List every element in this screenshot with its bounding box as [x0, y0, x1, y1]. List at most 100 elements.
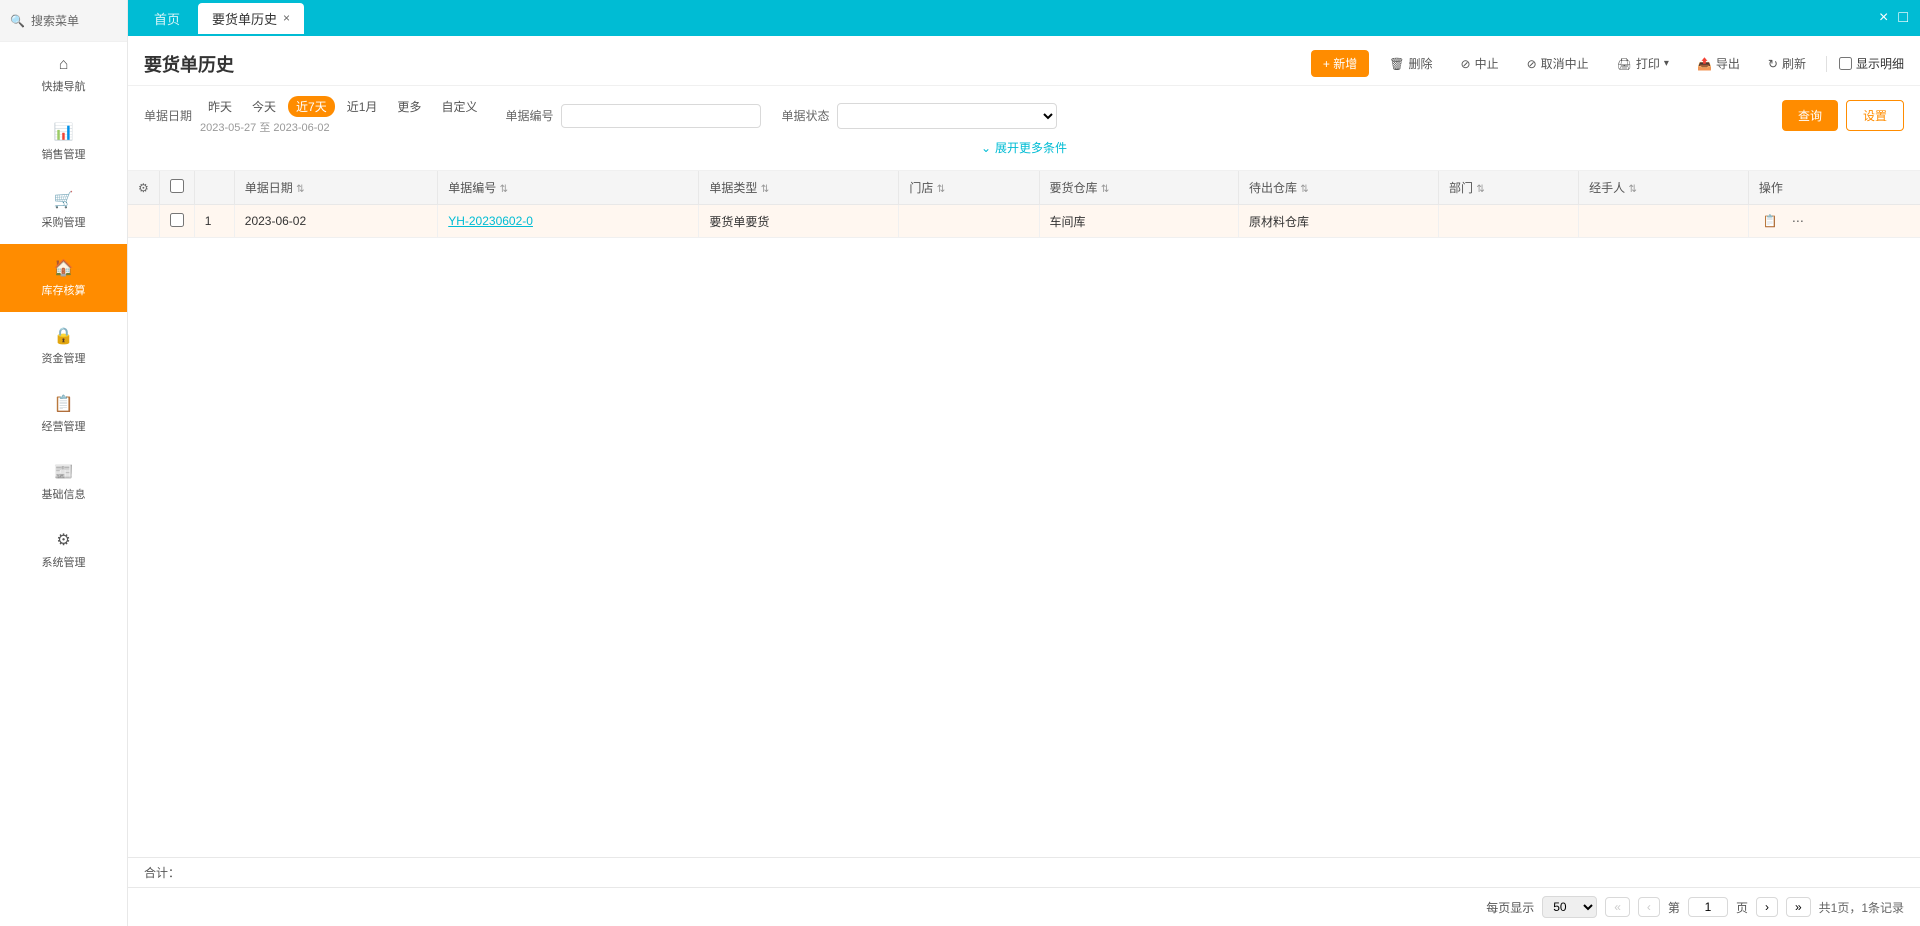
table-row: 1 2023-06-02 YH-20230602-0 要货单要货 车间库 原材料…	[128, 205, 1920, 238]
row-more-icon-0[interactable]: ⋯	[1788, 212, 1808, 230]
sidebar-item-sales[interactable]: 📊销售管理	[0, 108, 127, 176]
doc-number-link-0[interactable]: YH-20230602-0	[448, 214, 533, 228]
inventory-label: 库存核算	[42, 282, 86, 298]
stop-button[interactable]: ⊘ 中止	[1453, 51, 1507, 76]
summary-label: 合计：	[144, 864, 180, 881]
window-close-btn[interactable]: ×	[1879, 9, 1888, 27]
sidebar-item-basic-info[interactable]: 📰基础信息	[0, 448, 127, 516]
print-icon: 🖨	[1617, 57, 1632, 71]
handler-sort-icon[interactable]: ⇅	[1629, 184, 1637, 195]
col-settings-header: ⚙	[128, 171, 159, 205]
purchase-icon: 🛒	[54, 190, 74, 210]
date-shortcut-more[interactable]: 更多	[389, 96, 429, 117]
row-edit-icon-0[interactable]: 📋	[1759, 212, 1782, 230]
doc-number-input[interactable]	[561, 104, 761, 128]
row-pending-warehouse-0: 原材料仓库	[1238, 205, 1438, 238]
page-content: 要货单历史 + 新增 🗑 删除 ⊘ 中止 ⊘ 取消中止 🖨 打印	[128, 36, 1920, 926]
cancel-stop-button[interactable]: ⊘ 取消中止	[1519, 51, 1597, 76]
tab-label-requisition-history: 要货单历史	[212, 9, 277, 28]
status-select[interactable]	[837, 103, 1057, 129]
query-button[interactable]: 查询	[1782, 100, 1838, 131]
pagination: 每页显示 102050100 « ‹ 第 页 › » 共1页，1条记录	[128, 887, 1920, 926]
column-settings-icon[interactable]: ⚙	[138, 181, 149, 195]
col-department-header: 部门 ⇅	[1439, 171, 1579, 205]
select-all-checkbox[interactable]	[170, 179, 184, 193]
col-store-header: 门店 ⇅	[899, 171, 1039, 205]
col-num-header	[194, 171, 234, 205]
inventory-icon: 🏠	[54, 258, 74, 278]
finance-icon: 🔒	[54, 326, 74, 346]
date-shortcuts: 昨天今天近7天近1月更多自定义 2023-05-27 至 2023-06-02	[200, 96, 485, 135]
operations-label: 经营管理	[42, 418, 86, 434]
sidebar-item-purchase[interactable]: 🛒采购管理	[0, 176, 127, 244]
refresh-icon: ↻	[1768, 57, 1778, 71]
row-req-warehouse-0: 车间库	[1039, 205, 1238, 238]
sidebar-item-system[interactable]: ⚙ 系统管理	[0, 516, 127, 584]
tab-home[interactable]: 首页	[140, 3, 194, 34]
export-button[interactable]: 📤 导出	[1689, 51, 1748, 76]
row-checkbox-0[interactable]	[170, 213, 184, 227]
prev-page-btn[interactable]: ‹	[1638, 897, 1660, 917]
sidebar-item-operations[interactable]: 📋 经营管理	[0, 380, 127, 448]
date-shortcut-custom[interactable]: 自定义	[433, 96, 485, 117]
sidebar-item-finance[interactable]: 🔒资金管理	[0, 312, 127, 380]
sidebar-item-inventory[interactable]: 🏠 库存核算	[0, 244, 127, 312]
system-icon: ⚙	[56, 530, 70, 550]
col-pending-warehouse-header: 待出仓库 ⇅	[1238, 171, 1438, 205]
show-detail-toggle[interactable]: 显示明细	[1839, 55, 1904, 72]
row-doc-type-0: 要货单要货	[699, 205, 899, 238]
sidebar-search-label: 搜索菜单	[31, 12, 79, 29]
tab-requisition-history[interactable]: 要货单历史 ×	[198, 3, 304, 34]
doc-type-sort-icon[interactable]: ⇅	[761, 184, 769, 195]
system-label: 系统管理	[42, 554, 86, 570]
department-sort-icon[interactable]: ⇅	[1476, 184, 1484, 195]
date-shortcut-last_month[interactable]: 近1月	[339, 96, 386, 117]
date-shortcut-today[interactable]: 今天	[244, 96, 284, 117]
show-detail-checkbox[interactable]	[1839, 57, 1852, 70]
row-actions-0: 📋 ⋯	[1748, 205, 1920, 238]
filter-row-1: 单据日期 昨天今天近7天近1月更多自定义 2023-05-27 至 2023-0…	[144, 96, 1904, 135]
next-page-btn[interactable]: ›	[1756, 897, 1778, 917]
row-doc-date-0: 2023-06-02	[234, 205, 437, 238]
page-input[interactable]	[1688, 897, 1728, 917]
cancel-stop-icon: ⊘	[1527, 57, 1537, 71]
req-warehouse-sort-icon[interactable]: ⇅	[1101, 184, 1109, 195]
row-handler-0	[1579, 205, 1749, 238]
doc-number-label: 单据编号	[505, 107, 553, 124]
row-settings-0	[128, 205, 159, 238]
export-icon: 📤	[1697, 57, 1712, 71]
date-shortcuts-row: 昨天今天近7天近1月更多自定义	[200, 96, 485, 117]
table-header-row: ⚙ 单据日期 ⇅ 单据编号 ⇅	[128, 171, 1920, 205]
stop-icon: ⊘	[1461, 57, 1471, 71]
per-page-select[interactable]: 102050100	[1542, 896, 1597, 918]
print-button[interactable]: 🖨 打印 ▾	[1609, 51, 1677, 76]
row-store-0	[899, 205, 1039, 238]
date-shortcut-yesterday[interactable]: 昨天	[200, 96, 240, 117]
quick-nav-icon: ⌂	[59, 56, 69, 74]
print-dropdown-icon: ▾	[1664, 58, 1669, 69]
expand-icon: ⌄	[981, 141, 991, 155]
filter-settings-button[interactable]: 设置	[1846, 100, 1904, 131]
refresh-button[interactable]: ↻ 刷新	[1760, 51, 1814, 76]
sidebar-search[interactable]: 🔍 搜索菜单	[0, 0, 127, 42]
last-page-btn[interactable]: »	[1786, 897, 1811, 917]
window-maximize-btn[interactable]: □	[1898, 9, 1908, 27]
delete-button[interactable]: 🗑 删除	[1381, 51, 1440, 76]
operations-icon: 📋	[54, 394, 74, 414]
per-page-label: 每页显示	[1486, 899, 1534, 916]
sales-icon: 📊	[54, 122, 74, 142]
store-sort-icon[interactable]: ⇅	[937, 184, 945, 195]
add-button[interactable]: + 新增	[1311, 50, 1369, 77]
search-icon: 🔍	[10, 14, 25, 28]
date-filter-label: 单据日期	[144, 107, 192, 124]
doc-date-sort-icon[interactable]: ⇅	[296, 184, 304, 195]
date-shortcut-last7[interactable]: 近7天	[288, 96, 335, 117]
doc-number-sort-icon[interactable]: ⇅	[500, 184, 508, 195]
first-page-btn[interactable]: «	[1605, 897, 1630, 917]
tab-close-requisition-history[interactable]: ×	[283, 11, 290, 25]
sidebar-item-quick-nav[interactable]: ⌂ 快捷导航	[0, 42, 127, 108]
row-check-0	[159, 205, 194, 238]
pending-warehouse-sort-icon[interactable]: ⇅	[1300, 184, 1308, 195]
quick-nav-label: 快捷导航	[42, 78, 86, 94]
expand-more-btn[interactable]: ⌄ 展开更多条件	[144, 135, 1904, 160]
